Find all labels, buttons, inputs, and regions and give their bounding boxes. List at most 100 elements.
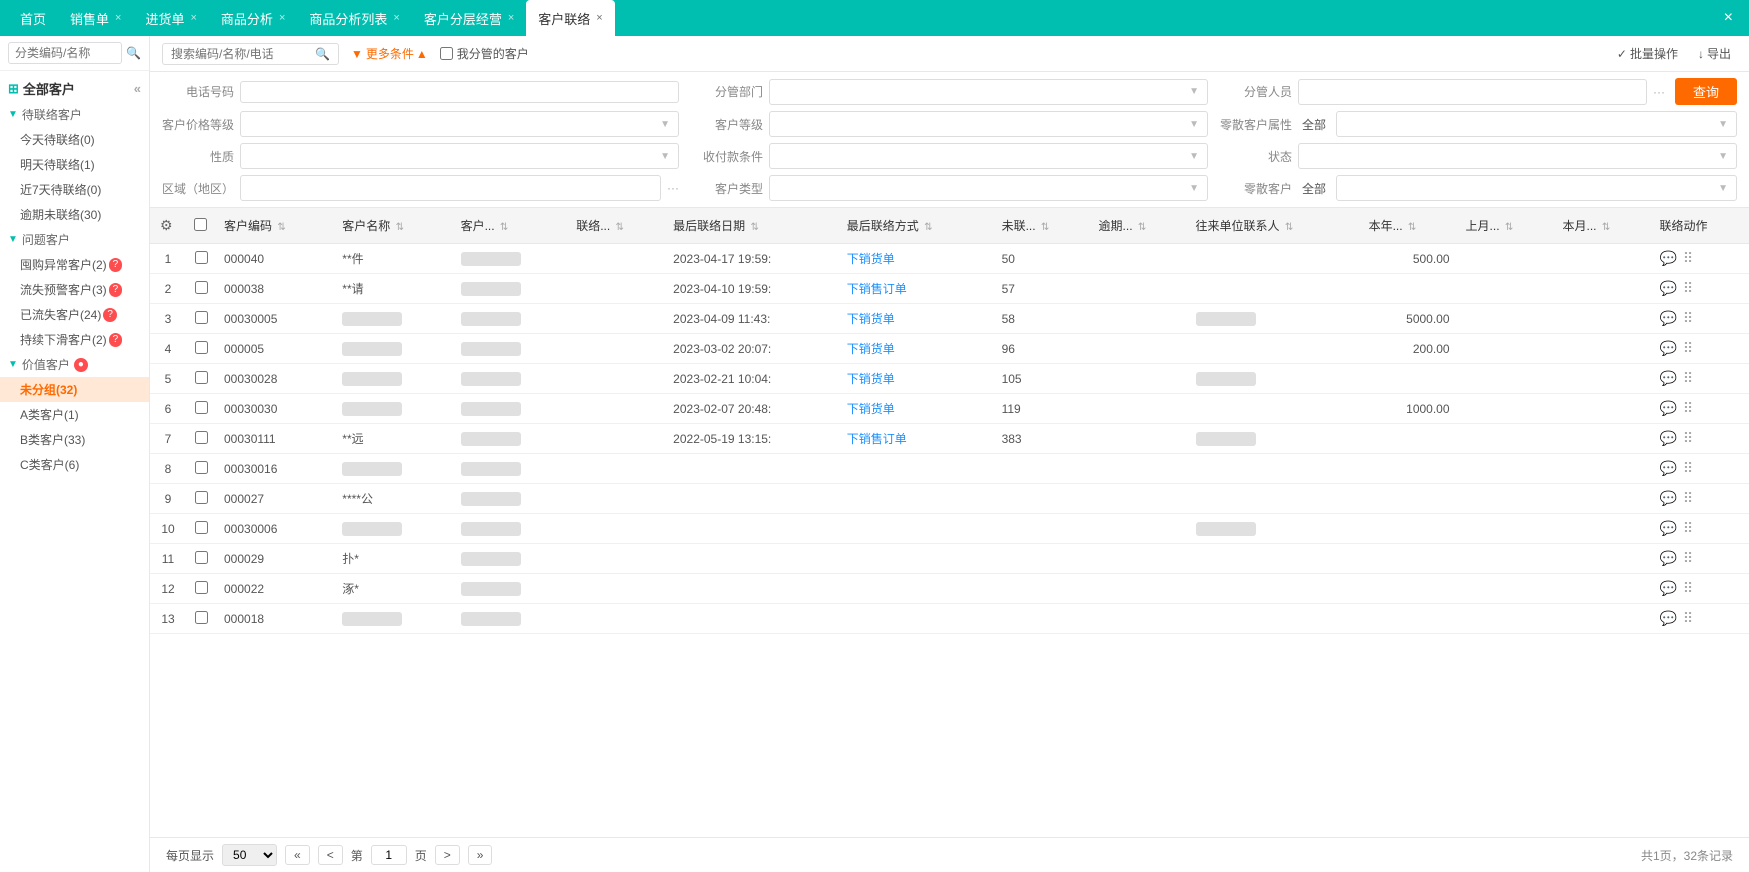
prev-page-btn[interactable]: < xyxy=(318,845,343,865)
sidebar-item-near7[interactable]: 近7天待联络(0) xyxy=(0,177,149,202)
adv-price-grade-select[interactable]: ▼ xyxy=(240,111,679,137)
row-checkbox[interactable] xyxy=(195,371,208,384)
row-last-way[interactable] xyxy=(839,604,994,634)
last-way-link[interactable]: 下销货单 xyxy=(847,372,895,386)
row-last-way[interactable]: 下销货单 xyxy=(839,244,994,274)
sidebar-search-icon[interactable]: 🔍 xyxy=(126,46,141,60)
row-checkbox[interactable] xyxy=(195,461,208,474)
row-checkbox[interactable] xyxy=(195,401,208,414)
adv-staff-dots[interactable]: ··· xyxy=(1653,85,1665,99)
adv-nature-select[interactable]: ▼ xyxy=(240,143,679,169)
export-btn[interactable]: ↓ 导出 xyxy=(1692,42,1737,65)
row-checkbox[interactable] xyxy=(195,431,208,444)
row-check[interactable] xyxy=(186,244,216,274)
chat-icon[interactable]: 💬 xyxy=(1659,370,1676,387)
sidebar-item-c-class[interactable]: C类客户(6) xyxy=(0,452,149,477)
tab-product-list[interactable]: 商品分析列表 × xyxy=(297,0,411,36)
last-page-btn[interactable]: » xyxy=(468,845,493,865)
adv-staff-input[interactable] xyxy=(1298,79,1647,105)
sidebar-item-today[interactable]: 今天待联络(0) xyxy=(0,127,149,152)
sidebar-item-lost[interactable]: 已流失客户(24) ? xyxy=(0,302,149,327)
row-checkbox[interactable] xyxy=(195,341,208,354)
chat-icon[interactable]: 💬 xyxy=(1659,580,1676,597)
tab-product-analysis[interactable]: 商品分析 × xyxy=(209,0,297,36)
adv-region-select[interactable] xyxy=(240,175,661,201)
adv-customer-type-select[interactable]: ▼ xyxy=(769,175,1208,201)
last-way-link[interactable]: 下销货单 xyxy=(847,342,895,356)
last-way-link[interactable]: 下销售订单 xyxy=(847,432,907,446)
row-last-way[interactable]: 下销货单 xyxy=(839,304,994,334)
chat-icon[interactable]: 💬 xyxy=(1659,310,1676,327)
tab-customer-mgr-close[interactable]: × xyxy=(508,12,514,24)
row-check[interactable] xyxy=(186,574,216,604)
tab-purchase[interactable]: 进货单 × xyxy=(133,0,208,36)
tab-product-list-close[interactable]: × xyxy=(393,12,399,24)
more-conditions-btn[interactable]: ▼ 更多条件 ▲ xyxy=(351,45,428,62)
adv-region-dots[interactable]: ··· xyxy=(667,181,679,195)
last-way-link[interactable]: 下销货单 xyxy=(847,402,895,416)
adv-phone-input[interactable] xyxy=(240,81,679,103)
row-check[interactable] xyxy=(186,484,216,514)
adv-status-select[interactable]: ▼ xyxy=(1298,143,1737,169)
tab-customer-contact-close[interactable]: × xyxy=(596,12,602,24)
sidebar-item-ungraded[interactable]: 未分组(32) xyxy=(0,377,149,402)
row-check[interactable] xyxy=(186,394,216,424)
chat-icon[interactable]: 💬 xyxy=(1659,280,1676,297)
next-page-btn[interactable]: > xyxy=(435,845,460,865)
row-check[interactable] xyxy=(186,334,216,364)
row-check[interactable] xyxy=(186,604,216,634)
row-check[interactable] xyxy=(186,364,216,394)
row-check[interactable] xyxy=(186,544,216,574)
adv-scatter-select[interactable]: ▼ xyxy=(1336,175,1737,201)
sidebar-group-value[interactable]: ▼ 价值客户 ● xyxy=(0,352,149,377)
chat-icon[interactable]: 💬 xyxy=(1659,460,1676,477)
sidebar-item-overdue[interactable]: 逾期未联络(30) xyxy=(0,202,149,227)
sidebar-item-tomorrow[interactable]: 明天待联络(1) xyxy=(0,152,149,177)
row-last-way[interactable]: 下销货单 xyxy=(839,334,994,364)
more-icon[interactable]: ⠿ xyxy=(1683,430,1693,447)
row-check[interactable] xyxy=(186,514,216,544)
more-icon[interactable]: ⠿ xyxy=(1683,370,1693,387)
tab-home[interactable]: 首页 xyxy=(8,0,58,36)
row-checkbox[interactable] xyxy=(195,491,208,504)
sidebar-group-pending[interactable]: ▼ 待联络客户 xyxy=(0,102,149,127)
adv-customer-grade-select[interactable]: ▼ xyxy=(769,111,1208,137)
row-checkbox[interactable] xyxy=(195,281,208,294)
filter-search-input[interactable] xyxy=(171,47,311,61)
row-last-way[interactable]: 下销货单 xyxy=(839,394,994,424)
chat-icon[interactable]: 💬 xyxy=(1659,550,1676,567)
th-settings[interactable]: ⚙ xyxy=(150,208,186,244)
row-last-way[interactable] xyxy=(839,574,994,604)
row-last-way[interactable] xyxy=(839,544,994,574)
tab-customer-contact[interactable]: 客户联络 × xyxy=(526,0,614,36)
chat-icon[interactable]: 💬 xyxy=(1659,250,1676,267)
select-all-checkbox[interactable] xyxy=(194,218,207,231)
chat-icon[interactable]: 💬 xyxy=(1659,430,1676,447)
chat-icon[interactable]: 💬 xyxy=(1659,400,1676,417)
last-way-link[interactable]: 下销售订单 xyxy=(847,282,907,296)
row-last-way[interactable]: 下销售订单 xyxy=(839,274,994,304)
row-last-way[interactable] xyxy=(839,514,994,544)
chat-icon[interactable]: 💬 xyxy=(1659,520,1676,537)
sidebar-collapse-icon[interactable]: « xyxy=(134,81,141,96)
more-icon[interactable]: ⠿ xyxy=(1683,610,1693,627)
more-icon[interactable]: ⠿ xyxy=(1683,400,1693,417)
my-customers-checkbox[interactable] xyxy=(440,47,453,60)
page-size-select[interactable]: 50 100 200 xyxy=(222,844,277,866)
chat-icon[interactable]: 💬 xyxy=(1659,610,1676,627)
close-all-btn[interactable]: × xyxy=(1716,9,1741,27)
row-last-way[interactable]: 下销货单 xyxy=(839,364,994,394)
all-customers-header[interactable]: ⊞ 全部客户 « xyxy=(0,71,149,102)
sidebar-item-abnormal[interactable]: 囤购异常客户(2) ? xyxy=(0,252,149,277)
row-checkbox[interactable] xyxy=(195,521,208,534)
last-way-link[interactable]: 下销货单 xyxy=(847,312,895,326)
row-check[interactable] xyxy=(186,424,216,454)
more-icon[interactable]: ⠿ xyxy=(1683,580,1693,597)
sidebar-item-churn-risk[interactable]: 流失预警客户(3) ? xyxy=(0,277,149,302)
adv-scatter-attr-select[interactable]: ▼ xyxy=(1336,111,1737,137)
row-checkbox[interactable] xyxy=(195,311,208,324)
gear-icon-btn[interactable]: ⚙ xyxy=(158,215,175,236)
tab-purchase-close[interactable]: × xyxy=(190,12,196,24)
tab-customer-mgr[interactable]: 客户分层经营 × xyxy=(412,0,526,36)
tab-sales-close[interactable]: × xyxy=(115,12,121,24)
